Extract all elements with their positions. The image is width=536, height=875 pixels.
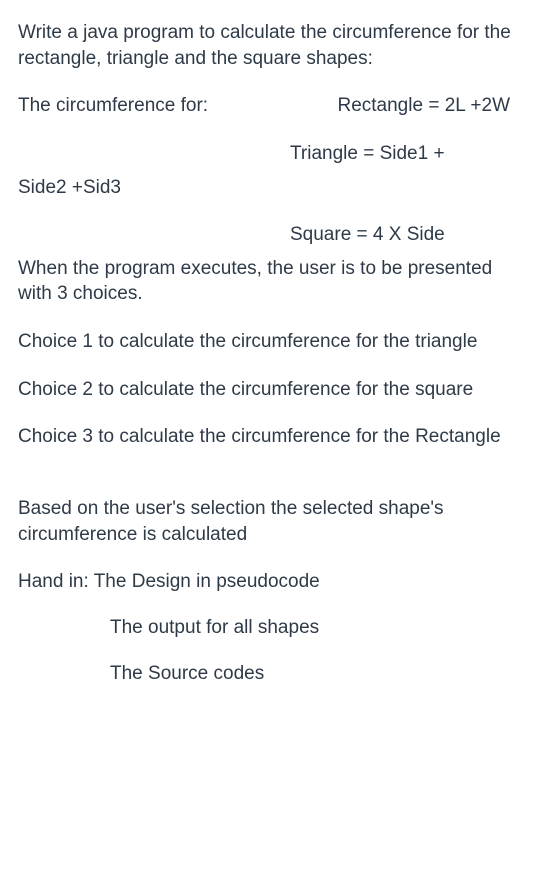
formula-rectangle: Rectangle = 2L +2W xyxy=(337,93,518,119)
choice-3: Choice 3 to calculate the circumference … xyxy=(18,424,518,450)
handin-line-2: The output for all shapes xyxy=(18,615,518,641)
selection-paragraph: Based on the user's selection the select… xyxy=(18,496,518,547)
formula-triangle-part1: Triangle = Side1 + xyxy=(18,141,518,167)
choice-2: Choice 2 to calculate the circumference … xyxy=(18,377,518,403)
formula-label: The circumference for: xyxy=(18,93,208,119)
choice-1: Choice 1 to calculate the circumference … xyxy=(18,329,518,355)
formula-triangle-part2: Side2 +Sid3 xyxy=(18,175,518,201)
formula-square: Square = 4 X Side xyxy=(18,222,518,248)
handin-line-3: The Source codes xyxy=(18,661,518,687)
formula-rectangle-row: The circumference for: Rectangle = 2L +2… xyxy=(18,93,518,119)
intro-paragraph: Write a java program to calculate the ci… xyxy=(18,20,518,71)
execution-paragraph: When the program executes, the user is t… xyxy=(18,256,518,307)
handin-line-1: Hand in: The Design in pseudocode xyxy=(18,569,518,595)
